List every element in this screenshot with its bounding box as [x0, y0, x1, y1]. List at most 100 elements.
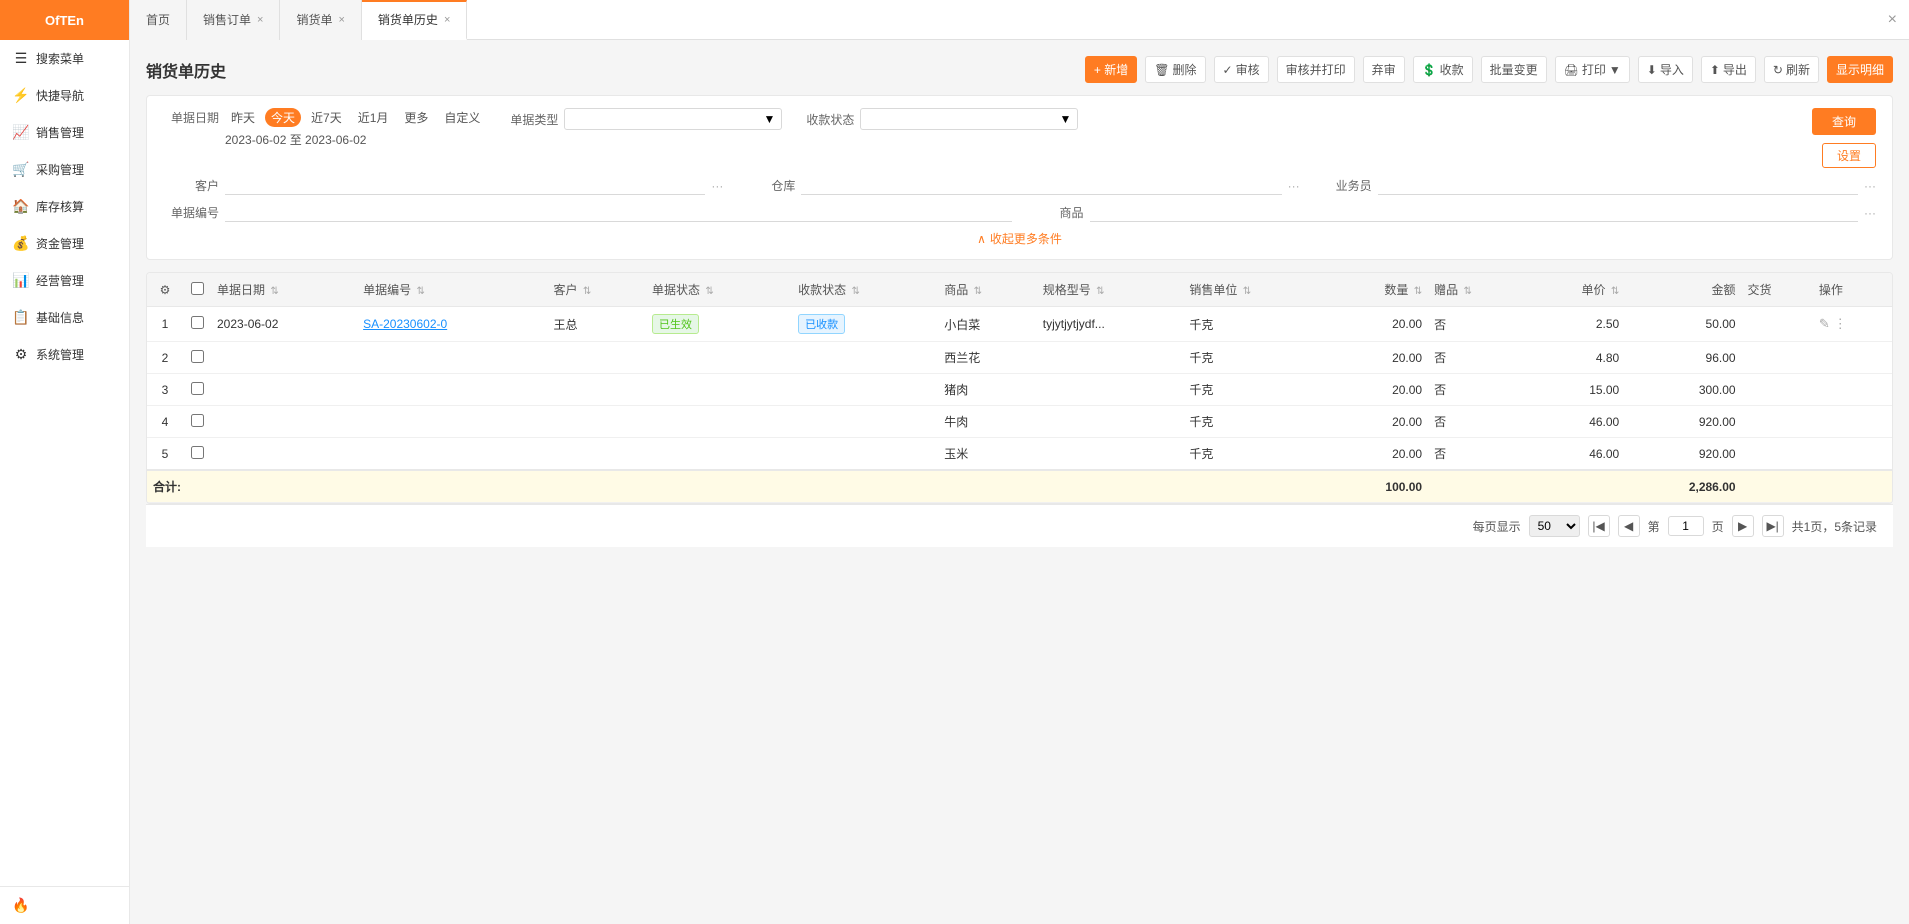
- settings-icon[interactable]: ⚙: [160, 283, 171, 297]
- print-button[interactable]: 🖨 打印 ▼: [1555, 56, 1630, 83]
- first-page-btn[interactable]: |◀: [1588, 515, 1610, 537]
- col-price: 单价 ⇅: [1527, 273, 1626, 307]
- close-all-tabs[interactable]: ×: [1876, 11, 1909, 29]
- sidebar-item-inventory[interactable]: 🏠 库存核算: [0, 188, 129, 225]
- warehouse-input[interactable]: [801, 176, 1281, 195]
- row-spec: [1037, 406, 1184, 438]
- sort-doc-date-icon[interactable]: ⇅: [270, 286, 278, 297]
- new-button[interactable]: + 新增: [1085, 56, 1137, 83]
- sidebar-item-label: 库存核算: [36, 198, 84, 215]
- more-icon[interactable]: ⋮: [1834, 316, 1847, 332]
- abandon-button[interactable]: 弃审: [1363, 56, 1405, 83]
- row-check[interactable]: [183, 307, 211, 342]
- doc-type-filter: 单据类型 ▼: [502, 108, 782, 130]
- col-check[interactable]: [183, 273, 211, 307]
- check-all[interactable]: [191, 282, 204, 295]
- total-label: 合计:: [147, 470, 211, 503]
- delete-label: 删除: [1173, 61, 1197, 78]
- print-review-button[interactable]: 审核并打印: [1277, 56, 1355, 83]
- sidebar-item-sales-mgmt[interactable]: 📈 销售管理: [0, 114, 129, 151]
- refresh-button[interactable]: ↻ 刷新: [1764, 56, 1819, 83]
- sort-spec-icon[interactable]: ⇅: [1096, 286, 1104, 297]
- sidebar-item-system-mgmt[interactable]: ⚙ 系统管理: [0, 336, 129, 373]
- sidebar-item-finance[interactable]: 💰 资金管理: [0, 225, 129, 262]
- goods-dots[interactable]: ···: [1864, 206, 1876, 220]
- row-check[interactable]: [183, 406, 211, 438]
- row-unit: 千克: [1183, 438, 1329, 471]
- doc-type-select[interactable]: ▼: [564, 108, 782, 130]
- sidebar-item-search-menu[interactable]: ☰ 搜索菜单: [0, 40, 129, 77]
- edit-icon[interactable]: ✎: [1819, 316, 1830, 332]
- warehouse-dots[interactable]: ···: [1288, 179, 1300, 193]
- sort-goods-icon[interactable]: ⇅: [974, 286, 982, 297]
- row-customer: [547, 406, 646, 438]
- tab-sales-delivery[interactable]: 销货单 ×: [280, 0, 361, 40]
- sidebar-item-quick-nav[interactable]: ⚡ 快捷导航: [0, 77, 129, 114]
- row-unit: 千克: [1183, 307, 1329, 342]
- last-page-btn[interactable]: ▶|: [1762, 515, 1784, 537]
- sidebar-item-basic-info[interactable]: 📋 基础信息: [0, 299, 129, 336]
- sort-collect-status-icon[interactable]: ⇅: [851, 286, 859, 297]
- batch-change-button[interactable]: 批量变更: [1481, 56, 1547, 83]
- collect-status-select[interactable]: ▼: [860, 108, 1078, 130]
- export-button[interactable]: ⬆ 导出: [1701, 56, 1756, 83]
- row-doc-date: 2023-06-02: [211, 307, 357, 342]
- tab-sales-order[interactable]: 销售订单 ×: [187, 0, 280, 40]
- show-detail-button[interactable]: 显示明细: [1827, 56, 1893, 83]
- sort-doc-status-icon[interactable]: ⇅: [705, 286, 713, 297]
- review-button[interactable]: ✓ 审核: [1214, 56, 1269, 83]
- row-check[interactable]: [183, 438, 211, 471]
- total-spacer2: [1428, 470, 1527, 503]
- doc-type-label: 单据类型: [502, 111, 558, 128]
- customer-dots[interactable]: ···: [711, 179, 723, 193]
- collect-button[interactable]: 💲 收款: [1413, 56, 1473, 83]
- sidebar-item-label: 基础信息: [36, 309, 84, 326]
- abandon-label: 弃审: [1372, 61, 1396, 78]
- per-page-select[interactable]: 50 100: [1529, 515, 1580, 537]
- row-trade: [1742, 374, 1813, 406]
- sort-unit-icon[interactable]: ⇅: [1243, 286, 1251, 297]
- sidebar-item-operations[interactable]: 📊 经营管理: [0, 262, 129, 299]
- tab-sales-order-close[interactable]: ×: [257, 14, 263, 26]
- date-pill-custom[interactable]: 自定义: [438, 108, 486, 127]
- date-pill-today[interactable]: 今天: [265, 108, 301, 127]
- query-button[interactable]: 查询: [1812, 108, 1876, 135]
- tab-sales-delivery-close[interactable]: ×: [338, 14, 344, 26]
- row-check[interactable]: [183, 342, 211, 374]
- prev-page-btn[interactable]: ◀: [1618, 515, 1640, 537]
- sort-customer-icon[interactable]: ⇅: [583, 286, 591, 297]
- collapse-button[interactable]: ∧ 收起更多条件: [163, 230, 1876, 247]
- tab-sales-history[interactable]: 销货单历史 ×: [362, 0, 467, 40]
- next-page-btn[interactable]: ▶: [1732, 515, 1754, 537]
- date-pill-more[interactable]: 更多: [398, 108, 434, 127]
- doc-no-link[interactable]: SA-20230602-0: [363, 317, 447, 331]
- staff-input[interactable]: [1378, 176, 1858, 195]
- page-number-input[interactable]: [1668, 516, 1704, 536]
- customer-input[interactable]: [225, 176, 705, 195]
- tab-sales-history-close[interactable]: ×: [444, 14, 450, 26]
- delete-button[interactable]: 🗑 删除: [1145, 56, 1205, 83]
- staff-dots[interactable]: ···: [1864, 179, 1876, 193]
- col-settings[interactable]: ⚙: [147, 273, 183, 307]
- sort-qty-icon[interactable]: ⇅: [1414, 286, 1422, 297]
- date-pill-yesterday[interactable]: 昨天: [225, 108, 261, 127]
- set-button[interactable]: 设置: [1822, 143, 1876, 168]
- col-trade-label: 交货: [1748, 283, 1772, 297]
- basic-info-icon: 📋: [12, 309, 30, 326]
- goods-input[interactable]: [1090, 203, 1859, 222]
- row-action: [1813, 374, 1892, 406]
- sidebar-item-purchase-mgmt[interactable]: 🛒 采购管理: [0, 151, 129, 188]
- sidebar-bottom-btn1[interactable]: 🔥: [0, 887, 129, 924]
- tab-home[interactable]: 首页: [130, 0, 187, 40]
- doc-no-input[interactable]: [225, 203, 1012, 222]
- row-doc-date: [211, 342, 357, 374]
- date-pill-1month[interactable]: 近1月: [352, 108, 395, 127]
- date-pill-7days[interactable]: 近7天: [305, 108, 348, 127]
- sort-price-icon[interactable]: ⇅: [1611, 286, 1619, 297]
- col-doc-date: 单据日期 ⇅: [211, 273, 357, 307]
- import-button[interactable]: ⬇ 导入: [1638, 56, 1693, 83]
- sort-gift-icon[interactable]: ⇅: [1463, 286, 1471, 297]
- sort-doc-no-icon[interactable]: ⇅: [416, 286, 424, 297]
- row-check[interactable]: [183, 374, 211, 406]
- col-collect-status-label: 收款状态: [798, 283, 846, 297]
